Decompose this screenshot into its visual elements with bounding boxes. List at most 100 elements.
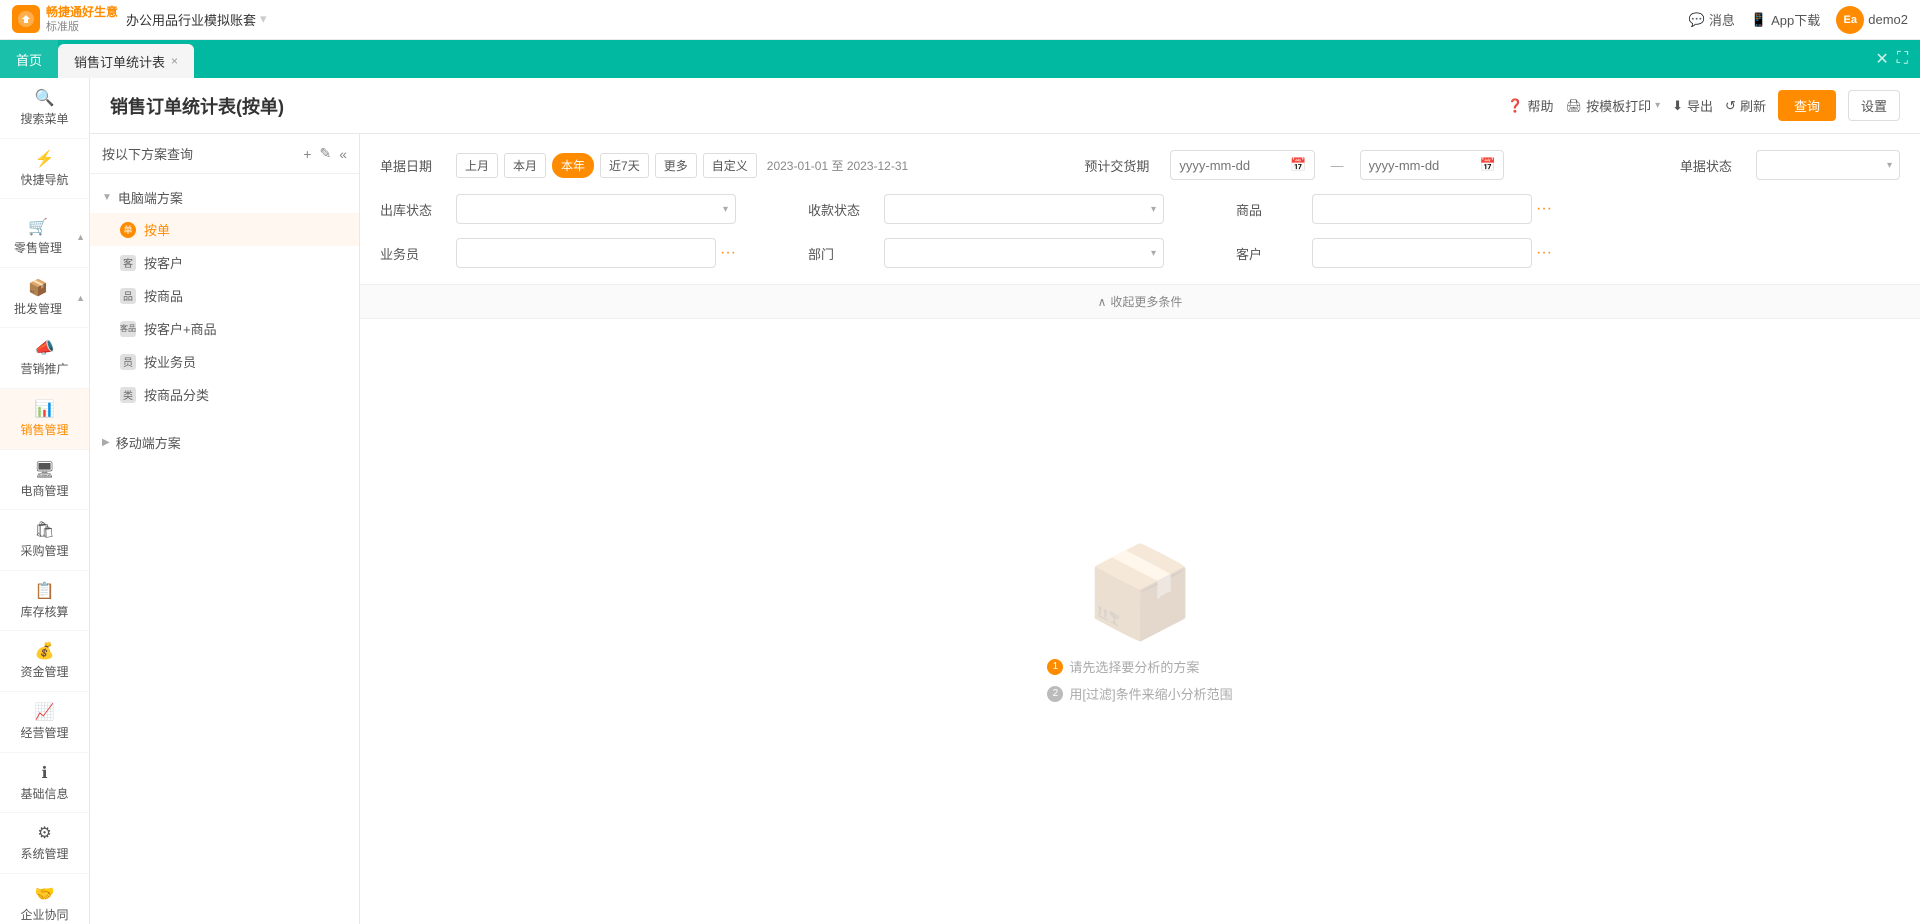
collapse-label: 收起更多条件 xyxy=(1110,293,1182,310)
filter-area: 单据日期 上月 本月 本年 近7天 更多 自定义 2023-01-01 至 20… xyxy=(360,134,1920,285)
sidebar-item-retail[interactable]: 🛒 零售管理 ▲ xyxy=(0,207,89,268)
shipment-status-select[interactable] xyxy=(456,194,736,224)
collapse-icon: ∧ xyxy=(1098,295,1107,309)
header-left: 畅捷通好生意 标准版 办公用品行业模拟账套 ▾ xyxy=(12,5,267,35)
department-select-wrap: ▾ xyxy=(884,238,1164,268)
window-minimize-button[interactable]: ✕ xyxy=(1875,49,1888,69)
tab-home[interactable]: 首页 xyxy=(0,40,58,78)
tree-parent-mobile-toggle-icon: ▶ xyxy=(102,437,110,448)
search-icon: 🔍 xyxy=(35,88,55,108)
goods-input[interactable] xyxy=(1312,194,1532,224)
date-btn-last7[interactable]: 近7天 xyxy=(600,153,649,178)
sidebar-item-system[interactable]: ⚙ 系统管理 xyxy=(0,813,89,874)
message-button[interactable]: 💬 消息 xyxy=(1689,10,1735,29)
cooperation-icon: 🤝 xyxy=(35,884,55,904)
sidebar-item-sales[interactable]: 📊 销售管理 xyxy=(0,389,89,450)
edit-scheme-button[interactable]: ✎ xyxy=(319,145,331,162)
system-icon: ⚙ xyxy=(37,823,51,843)
salesperson-label: 业务员 xyxy=(380,244,440,263)
by-order-icon: 单 xyxy=(120,222,136,238)
ecommerce-icon: 🖥 xyxy=(34,460,54,480)
page-title: 销售订单统计表(按单) xyxy=(110,93,284,131)
payment-label: 收款状态 xyxy=(808,200,868,219)
tree-child-by-category[interactable]: 类 按商品分类 xyxy=(90,378,359,411)
refresh-icon: ↺ xyxy=(1725,98,1736,114)
sidebar-item-cooperation[interactable]: 🤝 企业协同 xyxy=(0,874,89,924)
department-label: 部门 xyxy=(808,244,868,263)
sidebar-item-wholesale[interactable]: 📦 批发管理 ▲ xyxy=(0,268,89,329)
sidebar-item-finance[interactable]: 💰 资金管理 xyxy=(0,631,89,692)
date-dash: — xyxy=(1331,158,1344,173)
content-area: 销售订单统计表(按单) ❓ 帮助 🖨 按模板打印 ▾ ⬇ 导出 ↺ 刷新 xyxy=(90,78,1920,924)
tree-parent-mobile[interactable]: ▶ 移动端方案 xyxy=(90,427,359,458)
tab-close-button[interactable]: × xyxy=(171,54,178,68)
right-panel: 单据日期 上月 本月 本年 近7天 更多 自定义 2023-01-01 至 20… xyxy=(360,134,1920,924)
add-scheme-button[interactable]: + xyxy=(303,146,311,162)
sidebar-item-basic[interactable]: ℹ 基础信息 xyxy=(0,753,89,814)
salesperson-input[interactable] xyxy=(456,238,716,268)
app-download-button[interactable]: 📱 App下载 xyxy=(1751,10,1820,29)
user-menu[interactable]: Ea demo2 xyxy=(1836,6,1908,34)
sidebar-item-inventory[interactable]: 📋 库存核算 xyxy=(0,571,89,632)
top-header: 畅捷通好生意 标准版 办公用品行业模拟账套 ▾ 💬 消息 📱 App下载 Ea … xyxy=(0,0,1920,40)
expected-date-start-calendar-icon[interactable]: 📅 xyxy=(1290,157,1306,173)
sidebar-item-operations[interactable]: 📈 经营管理 xyxy=(0,692,89,753)
collapse-panel-button[interactable]: « xyxy=(339,146,347,162)
settings-button[interactable]: 设置 xyxy=(1848,90,1900,121)
by-category-icon: 类 xyxy=(120,387,136,403)
doc-status-select[interactable] xyxy=(1756,150,1900,180)
filter-row-1: 单据日期 上月 本月 本年 近7天 更多 自定义 2023-01-01 至 20… xyxy=(380,150,1900,180)
customer-input[interactable] xyxy=(1312,238,1532,268)
breadcrumb[interactable]: 办公用品行业模拟账套 ▾ xyxy=(126,10,267,29)
sidebar: 🔍 搜索菜单 ⚡ 快捷导航 🛒 零售管理 ▲ 📦 批发管理 ▲ 📣 营销推广 xyxy=(0,78,90,924)
goods-input-wrap: ··· xyxy=(1312,194,1552,224)
expected-date-end-calendar-icon[interactable]: 📅 xyxy=(1479,157,1495,173)
wholesale-arrow-icon: ▲ xyxy=(76,293,85,303)
empty-state: 📦 1 请先选择要分析的方案 2 用[过滤]条件来缩小分析范围 xyxy=(360,319,1920,924)
date-btn-this-year[interactable]: 本年 xyxy=(552,153,594,178)
department-select[interactable] xyxy=(884,238,1164,268)
tree-parent-pc[interactable]: ▼ 电脑端方案 xyxy=(90,182,359,213)
sidebar-item-ecommerce[interactable]: 🖥 电商管理 xyxy=(0,450,89,511)
window-maximize-button[interactable]: ⛶ xyxy=(1897,50,1908,68)
page-header: 销售订单统计表(按单) ❓ 帮助 🖨 按模板打印 ▾ ⬇ 导出 ↺ 刷新 xyxy=(90,78,1920,134)
help-button[interactable]: ❓ 帮助 xyxy=(1507,96,1553,115)
customer-more-icon[interactable]: ··· xyxy=(1536,244,1552,262)
goods-more-icon[interactable]: ··· xyxy=(1536,200,1552,218)
by-salesperson-icon: 员 xyxy=(120,354,136,370)
salesperson-more-icon[interactable]: ··· xyxy=(720,244,736,262)
salesperson-input-wrap: ··· xyxy=(456,238,736,268)
tree-child-by-salesperson[interactable]: 员 按业务员 xyxy=(90,345,359,378)
template-print-button[interactable]: 🖨 按模板打印 ▾ xyxy=(1566,96,1661,115)
tree-child-by-goods[interactable]: 品 按商品 xyxy=(90,279,359,312)
by-customer-icon: 客 xyxy=(120,255,136,271)
date-btn-more[interactable]: 更多 xyxy=(655,153,697,178)
export-icon: ⬇ xyxy=(1672,98,1683,114)
date-btn-prev-month[interactable]: 上月 xyxy=(456,153,498,178)
wholesale-icon: 📦 xyxy=(28,278,48,298)
refresh-button[interactable]: ↺ 刷新 xyxy=(1725,96,1766,115)
by-customer-goods-icon: 客品 xyxy=(120,321,136,337)
payment-status-wrap: ▾ xyxy=(884,194,1164,224)
sidebar-item-quick-nav[interactable]: ⚡ 快捷导航 xyxy=(0,139,89,200)
tab-sales-stats[interactable]: 销售订单统计表 × xyxy=(58,44,194,78)
goods-label: 商品 xyxy=(1236,200,1296,219)
logo-area: 畅捷通好生意 标准版 xyxy=(12,5,118,35)
date-btn-custom[interactable]: 自定义 xyxy=(703,153,757,178)
sidebar-item-purchase[interactable]: 🛍 采购管理 xyxy=(0,510,89,571)
export-button[interactable]: ⬇ 导出 xyxy=(1672,96,1713,115)
tree-child-by-customer-goods[interactable]: 客品 按客户+商品 xyxy=(90,312,359,345)
shipment-label: 出库状态 xyxy=(380,200,440,219)
collapse-bar[interactable]: ∧ 收起更多条件 xyxy=(360,285,1920,319)
payment-status-select[interactable] xyxy=(884,194,1164,224)
sidebar-item-search[interactable]: 🔍 搜索菜单 xyxy=(0,78,89,139)
two-panel: 按以下方案查询 + ✎ « ▼ 电脑端方案 单 按单 xyxy=(90,134,1920,924)
tip-num-1: 1 xyxy=(1047,659,1063,675)
tree-parent-toggle-icon: ▼ xyxy=(102,192,112,203)
sidebar-item-marketing[interactable]: 📣 营销推广 xyxy=(0,328,89,389)
tree-child-by-customer[interactable]: 客 按客户 xyxy=(90,246,359,279)
date-btn-this-month[interactable]: 本月 xyxy=(504,153,546,178)
query-button[interactable]: 查询 xyxy=(1778,90,1836,121)
tree-child-by-order[interactable]: 单 按单 xyxy=(90,213,359,246)
expected-date-label: 预计交货期 xyxy=(1084,156,1154,175)
